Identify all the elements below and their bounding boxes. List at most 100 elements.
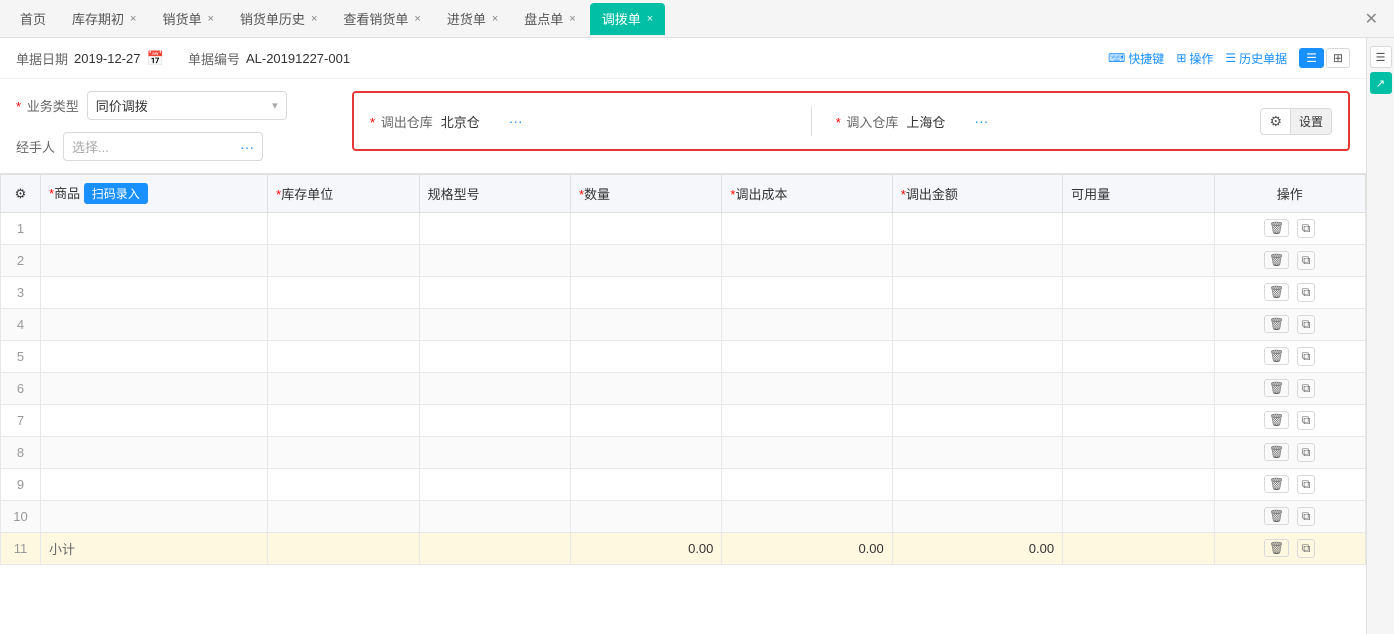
row-spec-4[interactable]: [419, 309, 570, 341]
row-copy-button[interactable]: ⧉: [1297, 315, 1316, 334]
tab-transfer[interactable]: 调拨单 ×: [590, 3, 665, 35]
row-amount-7[interactable]: [892, 405, 1062, 437]
tab-init-stock-close[interactable]: ×: [130, 13, 136, 25]
tab-sales-history-close[interactable]: ×: [311, 13, 317, 25]
warehouse-settings-button[interactable]: ⚙ 设置: [1260, 108, 1332, 135]
row-delete-button[interactable]: 🗑: [1264, 283, 1289, 301]
row-spec-5[interactable]: [419, 341, 570, 373]
tab-inventory[interactable]: 盘点单 ×: [512, 3, 587, 35]
row-qty-1[interactable]: [570, 213, 721, 245]
row-cost-10[interactable]: [722, 501, 892, 533]
row-amount-4[interactable]: [892, 309, 1062, 341]
row-delete-button[interactable]: 🗑: [1264, 379, 1289, 397]
row-cost-4[interactable]: [722, 309, 892, 341]
row-delete-button[interactable]: 🗑: [1264, 251, 1289, 269]
row-qty-8[interactable]: [570, 437, 721, 469]
row-copy-button[interactable]: ⧉: [1297, 379, 1316, 398]
row-unit-4[interactable]: [268, 309, 419, 341]
close-window-button[interactable]: ✕: [1357, 9, 1386, 29]
row-unit-6[interactable]: [268, 373, 419, 405]
row-copy-button[interactable]: ⧉: [1297, 219, 1316, 238]
row-cost-5[interactable]: [722, 341, 892, 373]
operations-action[interactable]: ⊞ 操作: [1176, 50, 1213, 67]
warehouse-in-ellipsis[interactable]: ···: [974, 113, 988, 129]
row-available-2[interactable]: [1063, 245, 1214, 277]
tab-sales-order[interactable]: 销货单 ×: [150, 3, 225, 35]
row-copy-button[interactable]: ⧉: [1297, 475, 1316, 494]
tab-view-sales[interactable]: 查看销货单 ×: [331, 3, 432, 35]
row-unit-5[interactable]: [268, 341, 419, 373]
tab-init-stock[interactable]: 库存期初 ×: [60, 3, 148, 35]
tab-purchase-order-close[interactable]: ×: [492, 13, 498, 25]
row-product-10[interactable]: [41, 501, 268, 533]
row-available-10[interactable]: [1063, 501, 1214, 533]
row-delete-button[interactable]: 🗑: [1264, 539, 1289, 557]
tab-inventory-close[interactable]: ×: [569, 13, 575, 25]
business-type-select[interactable]: 同价调拨 ▾: [87, 91, 287, 120]
warehouse-out-ellipsis[interactable]: ···: [509, 113, 523, 129]
row-spec-2[interactable]: [419, 245, 570, 277]
tab-view-sales-close[interactable]: ×: [414, 13, 420, 25]
row-unit-2[interactable]: [268, 245, 419, 277]
row-cost-8[interactable]: [722, 437, 892, 469]
row-delete-button[interactable]: 🗑: [1264, 219, 1289, 237]
row-qty-3[interactable]: [570, 277, 721, 309]
history-action[interactable]: ☰ 历史单据: [1225, 50, 1287, 67]
row-product-9[interactable]: [41, 469, 268, 501]
row-copy-button[interactable]: ⧉: [1297, 507, 1316, 526]
row-delete-button[interactable]: 🗑: [1264, 443, 1289, 461]
row-spec-10[interactable]: [419, 501, 570, 533]
row-spec-1[interactable]: [419, 213, 570, 245]
row-product-7[interactable]: [41, 405, 268, 437]
row-qty-9[interactable]: [570, 469, 721, 501]
gear-icon[interactable]: ⚙: [15, 186, 27, 201]
row-available-3[interactable]: [1063, 277, 1214, 309]
row-qty-4[interactable]: [570, 309, 721, 341]
row-unit-8[interactable]: [268, 437, 419, 469]
row-cost-2[interactable]: [722, 245, 892, 277]
scan-button[interactable]: 扫码录入: [84, 183, 148, 204]
row-delete-button[interactable]: 🗑: [1264, 411, 1289, 429]
row-available-7[interactable]: [1063, 405, 1214, 437]
row-available-8[interactable]: [1063, 437, 1214, 469]
row-product-1[interactable]: [41, 213, 268, 245]
tab-transfer-close[interactable]: ×: [647, 13, 653, 25]
row-copy-button[interactable]: ⧉: [1297, 443, 1316, 462]
tab-sales-history[interactable]: 销货单历史 ×: [228, 3, 329, 35]
row-available-5[interactable]: [1063, 341, 1214, 373]
row-unit-3[interactable]: [268, 277, 419, 309]
row-spec-8[interactable]: [419, 437, 570, 469]
row-unit-9[interactable]: [268, 469, 419, 501]
row-amount-9[interactable]: [892, 469, 1062, 501]
row-product-4[interactable]: [41, 309, 268, 341]
row-delete-button[interactable]: 🗑: [1264, 475, 1289, 493]
row-product-2[interactable]: [41, 245, 268, 277]
row-available-4[interactable]: [1063, 309, 1214, 341]
row-amount-2[interactable]: [892, 245, 1062, 277]
tab-home[interactable]: 首页: [8, 3, 58, 35]
row-spec-6[interactable]: [419, 373, 570, 405]
list-view-button[interactable]: ☰: [1299, 48, 1324, 68]
row-qty-5[interactable]: [570, 341, 721, 373]
row-cost-6[interactable]: [722, 373, 892, 405]
calendar-icon[interactable]: 📅: [147, 50, 164, 67]
row-delete-button[interactable]: 🗑: [1264, 507, 1289, 525]
row-delete-button[interactable]: 🗑: [1264, 315, 1289, 333]
tab-purchase-order[interactable]: 进货单 ×: [435, 3, 510, 35]
row-product-3[interactable]: [41, 277, 268, 309]
row-amount-5[interactable]: [892, 341, 1062, 373]
row-unit-7[interactable]: [268, 405, 419, 437]
row-copy-button[interactable]: ⧉: [1297, 347, 1316, 366]
row-amount-10[interactable]: [892, 501, 1062, 533]
row-delete-button[interactable]: 🗑: [1264, 347, 1289, 365]
grid-view-button[interactable]: ⊞: [1326, 48, 1350, 68]
tab-sales-order-close[interactable]: ×: [207, 13, 213, 25]
row-cost-1[interactable]: [722, 213, 892, 245]
handler-select[interactable]: 选择... ···: [63, 132, 263, 161]
row-amount-8[interactable]: [892, 437, 1062, 469]
sidebar-external-button[interactable]: ↗: [1370, 72, 1392, 94]
row-cost-7[interactable]: [722, 405, 892, 437]
row-product-8[interactable]: [41, 437, 268, 469]
row-copy-button[interactable]: ⧉: [1297, 539, 1316, 558]
row-cost-3[interactable]: [722, 277, 892, 309]
